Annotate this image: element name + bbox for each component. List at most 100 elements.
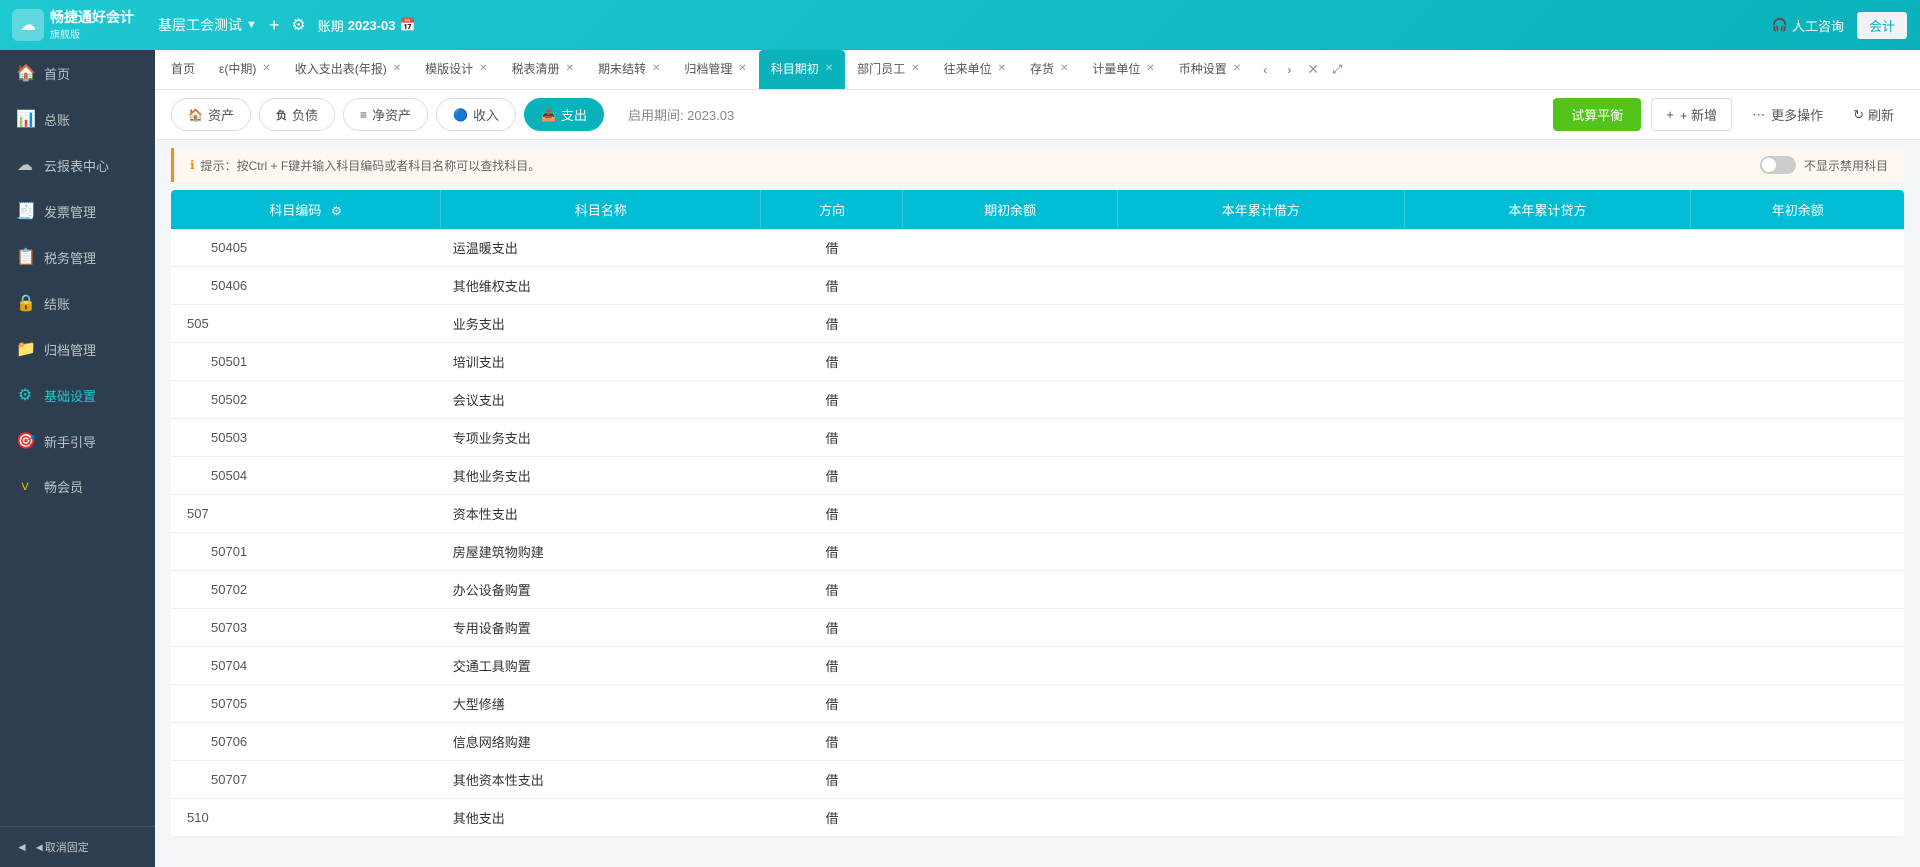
tab-archive[interactable]: 归档管理✕	[672, 50, 758, 89]
cell-credit	[1404, 799, 1691, 837]
sidebar-item-settings[interactable]: ⚙ 基础设置	[0, 372, 155, 418]
sidebar-item-member[interactable]: V 畅会员	[0, 464, 155, 509]
sidebar-item-checkout[interactable]: 🔒 结账	[0, 280, 155, 326]
table-row[interactable]: 50705 大型修缮 借	[171, 685, 1904, 723]
col-debit: 本年累计借方	[1117, 190, 1404, 229]
table-row[interactable]: 50703 专用设备购置 借	[171, 609, 1904, 647]
tab-home[interactable]: 首页	[159, 50, 207, 89]
tab-annual[interactable]: 收入支出表(年报)✕	[283, 50, 413, 89]
dropdown-icon[interactable]: ▼	[246, 19, 257, 31]
cell-dir: 借	[761, 685, 903, 723]
sidebar-item-archive[interactable]: 📁 归档管理	[0, 326, 155, 372]
table-row[interactable]: 507 资本性支出 借	[171, 495, 1904, 533]
table-row[interactable]: 50503 专项业务支出 借	[171, 419, 1904, 457]
col-balance: 期初余额	[903, 190, 1117, 229]
table-row[interactable]: 505 业务支出 借	[171, 305, 1904, 343]
table-row[interactable]: 510 其他支出 借	[171, 799, 1904, 837]
sidebar-item-reports[interactable]: ☁ 云报表中心	[0, 142, 155, 188]
tab-carry[interactable]: 期末结转✕	[586, 50, 672, 89]
cell-dir: 借	[761, 571, 903, 609]
cell-year-balance	[1691, 761, 1904, 799]
headset-icon: 🎧	[1772, 17, 1788, 33]
more-btn[interactable]: ⋯ 更多操作	[1742, 99, 1833, 130]
subtab-assets[interactable]: 🏠 资产	[171, 98, 251, 131]
subtab-net-assets[interactable]: ≡ 净资产	[343, 98, 428, 131]
subtab-liability[interactable]: 负 负债	[259, 98, 335, 131]
calendar-icon[interactable]: 📅	[399, 17, 415, 33]
tab-expand[interactable]: ⤢	[1325, 58, 1349, 82]
tab-unit[interactable]: 计量单位✕	[1080, 50, 1166, 89]
refresh-btn[interactable]: ↻ 刷新	[1843, 99, 1904, 130]
table-row[interactable]: 50701 房屋建筑物购建 借	[171, 533, 1904, 571]
tab-partner[interactable]: 往来单位✕	[932, 50, 1018, 89]
table-row[interactable]: 50501 培训支出 借	[171, 343, 1904, 381]
tab-currency[interactable]: 币种设置✕	[1167, 50, 1253, 89]
table-row[interactable]: 50504 其他业务支出 借	[171, 457, 1904, 495]
sidebar-item-guide[interactable]: 🎯 新手引导	[0, 418, 155, 464]
tab-tax[interactable]: 税表清册✕	[500, 50, 586, 89]
tab-close-icon[interactable]: ✕	[1146, 63, 1154, 74]
tab-dept[interactable]: 部门员工✕	[845, 50, 931, 89]
tab-close-icon[interactable]: ✕	[998, 63, 1006, 74]
sidebar-item-home[interactable]: 🏠 首页	[0, 50, 155, 96]
tab-close-icon[interactable]: ✕	[1233, 63, 1241, 74]
cell-debit	[1117, 381, 1404, 419]
table-row[interactable]: 50707 其他资本性支出 借	[171, 761, 1904, 799]
sidebar-label-member: 畅会员	[44, 477, 83, 496]
app-logo: ☁ 畅捷通好会计 旗舰版	[12, 9, 134, 41]
tab-scroll-right[interactable]: ›	[1277, 58, 1301, 82]
tax-icon: 📋	[16, 247, 34, 267]
settings-icon[interactable]: ⚙	[291, 15, 305, 35]
app-name: 畅捷通好会计	[50, 9, 134, 26]
sidebar-item-ledger[interactable]: 📊 总账	[0, 96, 155, 142]
cell-dir: 借	[761, 609, 903, 647]
cloud-icon: ☁	[16, 155, 34, 175]
cell-code: 507	[171, 495, 441, 533]
sidebar-item-invoice[interactable]: 🧾 发票管理	[0, 188, 155, 234]
tab-template[interactable]: 模版设计✕	[413, 50, 499, 89]
tab-close-icon[interactable]: ✕	[825, 63, 833, 74]
subtab-income[interactable]: 🔵 收入	[436, 98, 516, 131]
account-button[interactable]: 会计	[1856, 11, 1908, 40]
cell-year-balance	[1691, 723, 1904, 761]
cell-balance	[903, 419, 1117, 457]
hint-icon: ℹ	[190, 158, 195, 172]
company-name[interactable]: 基层工会测试 ▼	[158, 15, 257, 35]
service-button[interactable]: 🎧 人工咨询	[1772, 16, 1844, 35]
cell-credit	[1404, 533, 1691, 571]
tab-close-icon[interactable]: ✕	[479, 63, 487, 74]
toggle-container: 不显示禁用科目	[1760, 156, 1888, 174]
add-icon[interactable]: +	[269, 15, 280, 36]
tab-close-icon[interactable]: ✕	[566, 63, 574, 74]
table-row[interactable]: 50702 办公设备购置 借	[171, 571, 1904, 609]
cell-balance	[903, 723, 1117, 761]
tab-close-icon[interactable]: ✕	[262, 63, 270, 74]
tab-close-icon[interactable]: ✕	[393, 63, 401, 74]
tab-close-icon[interactable]: ✕	[652, 63, 660, 74]
subtab-expense[interactable]: 📤 支出	[524, 98, 604, 131]
sidebar-label-invoice: 发票管理	[44, 202, 96, 221]
cell-year-balance	[1691, 647, 1904, 685]
cell-balance	[903, 343, 1117, 381]
tab-inventory[interactable]: 存货✕	[1018, 50, 1080, 89]
tab-subject-init[interactable]: 科目期初✕	[759, 50, 845, 89]
sidebar-collapse[interactable]: ◄ ◄取消固定	[0, 826, 155, 867]
tab-close-icon[interactable]: ✕	[738, 63, 746, 74]
table-row[interactable]: 50704 交通工具购置 借	[171, 647, 1904, 685]
balance-btn[interactable]: 试算平衡	[1553, 98, 1641, 131]
sidebar-item-tax[interactable]: 📋 税务管理	[0, 234, 155, 280]
tab-middle[interactable]: ε(中期)✕	[207, 50, 283, 89]
table-row[interactable]: 50406 其他维权支出 借	[171, 267, 1904, 305]
tab-close-all[interactable]: ✕	[1301, 58, 1325, 82]
tab-close-icon[interactable]: ✕	[911, 63, 919, 74]
ledger-icon: 📊	[16, 109, 34, 129]
table-row[interactable]: 50706 信息网络购建 借	[171, 723, 1904, 761]
liability-icon: 负	[276, 107, 287, 123]
tab-scroll-left[interactable]: ‹	[1253, 58, 1277, 82]
toggle-switch[interactable]	[1760, 156, 1796, 174]
tab-close-icon[interactable]: ✕	[1060, 63, 1068, 74]
table-row[interactable]: 50405 运温暖支出 借	[171, 229, 1904, 267]
table-row[interactable]: 50502 会议支出 借	[171, 381, 1904, 419]
add-btn[interactable]: + + 新增	[1651, 98, 1732, 131]
col-code-settings-icon[interactable]: ⚙	[331, 204, 342, 218]
